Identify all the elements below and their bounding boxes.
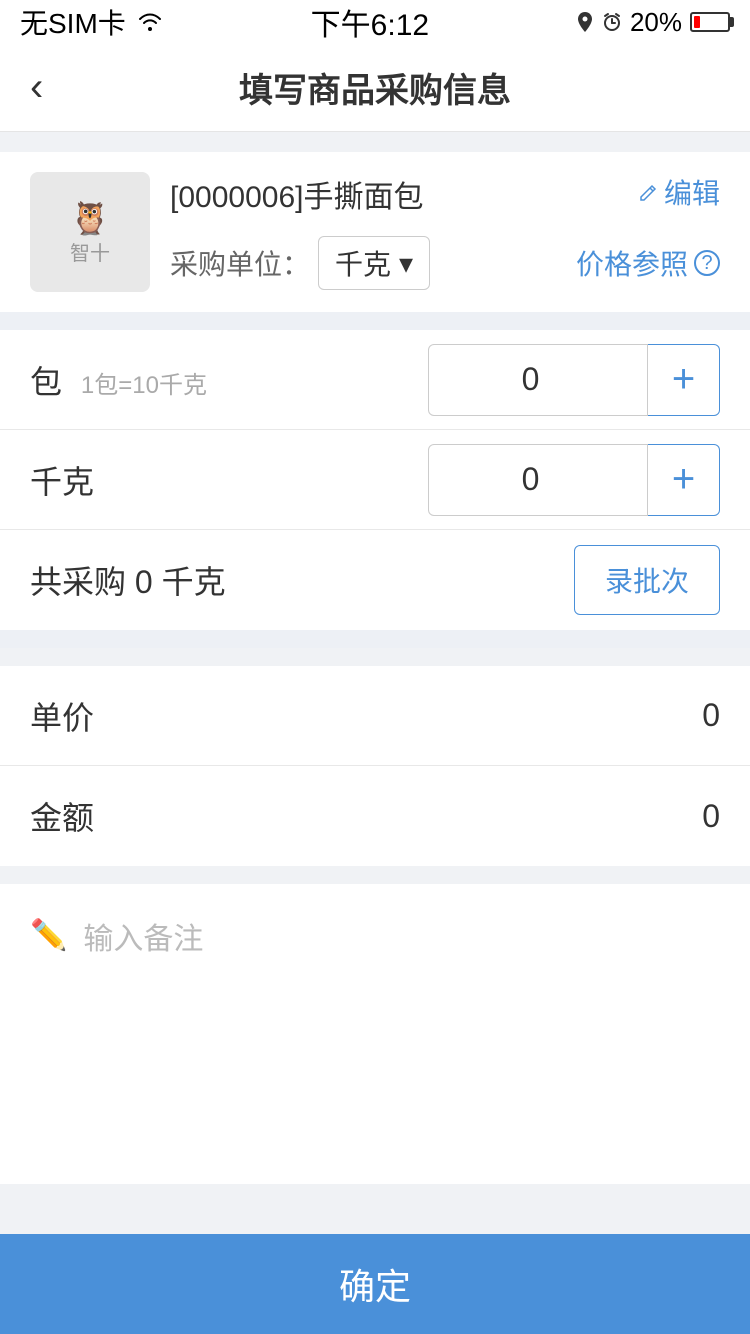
product-name: [0000006]手撕面包 <box>170 172 423 216</box>
divider-1 <box>0 312 750 330</box>
product-info: [0000006]手撕面包 编辑 采购单位： 千克 ▾ 价格参照 ? <box>170 172 720 290</box>
note-placeholder: 输入备注 <box>83 914 203 958</box>
unit-price-value: 0 <box>702 697 720 734</box>
unit-price-label: 单价 <box>30 693 94 739</box>
amount-value: 0 <box>702 798 720 835</box>
nav-bar: ‹ 填写商品采购信息 <box>0 44 750 132</box>
back-button[interactable]: ‹ <box>30 65 43 110</box>
divider-2 <box>0 630 750 648</box>
status-time: 下午6:12 <box>311 0 429 44</box>
brand-label: 智十 <box>70 237 110 266</box>
product-edit-button[interactable]: 编辑 <box>638 172 720 212</box>
carrier-label: 无SIM卡 <box>20 2 126 42</box>
bag-label: 包 1包=10千克 <box>30 357 428 403</box>
unit-select[interactable]: 千克 ▾ <box>318 236 430 290</box>
kg-input-row: 千克 + <box>0 430 750 530</box>
bag-input-wrapper: + <box>428 344 720 416</box>
bag-input-row: 包 1包=10千克 + <box>0 330 750 430</box>
kg-label: 千克 <box>30 457 428 503</box>
price-section: 单价 0 金额 0 <box>0 666 750 866</box>
battery-icon <box>690 12 730 32</box>
bag-plus-button[interactable]: + <box>648 344 720 416</box>
summary-text: 共采购 0 千克 <box>30 557 226 603</box>
battery-percent: 20% <box>630 7 682 38</box>
status-bar: 无SIM卡 下午6:12 20% <box>0 0 750 44</box>
location-icon <box>576 11 594 33</box>
bag-input[interactable] <box>428 344 648 416</box>
unit-label: 采购单位： <box>170 243 310 283</box>
product-section: 🦉 智十 [0000006]手撕面包 编辑 采购单位： 千克 ▾ <box>0 152 750 312</box>
input-section: 包 1包=10千克 + 千克 + <box>0 330 750 530</box>
kg-input-wrapper: + <box>428 444 720 516</box>
status-left: 无SIM卡 <box>20 2 164 42</box>
kg-plus-button[interactable]: + <box>648 444 720 516</box>
price-ref-button[interactable]: 价格参照 ? <box>576 243 720 283</box>
status-right: 20% <box>576 7 730 38</box>
edit-icon <box>638 181 660 203</box>
kg-input[interactable] <box>428 444 648 516</box>
unit-price-row: 单价 0 <box>0 666 750 766</box>
alarm-icon <box>602 11 622 33</box>
help-icon: ? <box>694 250 720 276</box>
bag-sub-label: 1包=10千克 <box>81 372 207 399</box>
wifi-icon <box>136 12 164 32</box>
amount-label: 金额 <box>30 793 94 839</box>
summary-row: 共采购 0 千克 录批次 <box>0 530 750 630</box>
pencil-icon: ✏️ <box>30 918 67 953</box>
record-batch-button[interactable]: 录批次 <box>574 545 720 615</box>
confirm-button[interactable]: 确定 <box>0 1234 750 1334</box>
product-image: 🦉 智十 <box>30 172 150 292</box>
note-section[interactable]: ✏️ 输入备注 <box>0 884 750 1184</box>
amount-row: 金额 0 <box>0 766 750 866</box>
page-title: 填写商品采购信息 <box>239 63 511 112</box>
